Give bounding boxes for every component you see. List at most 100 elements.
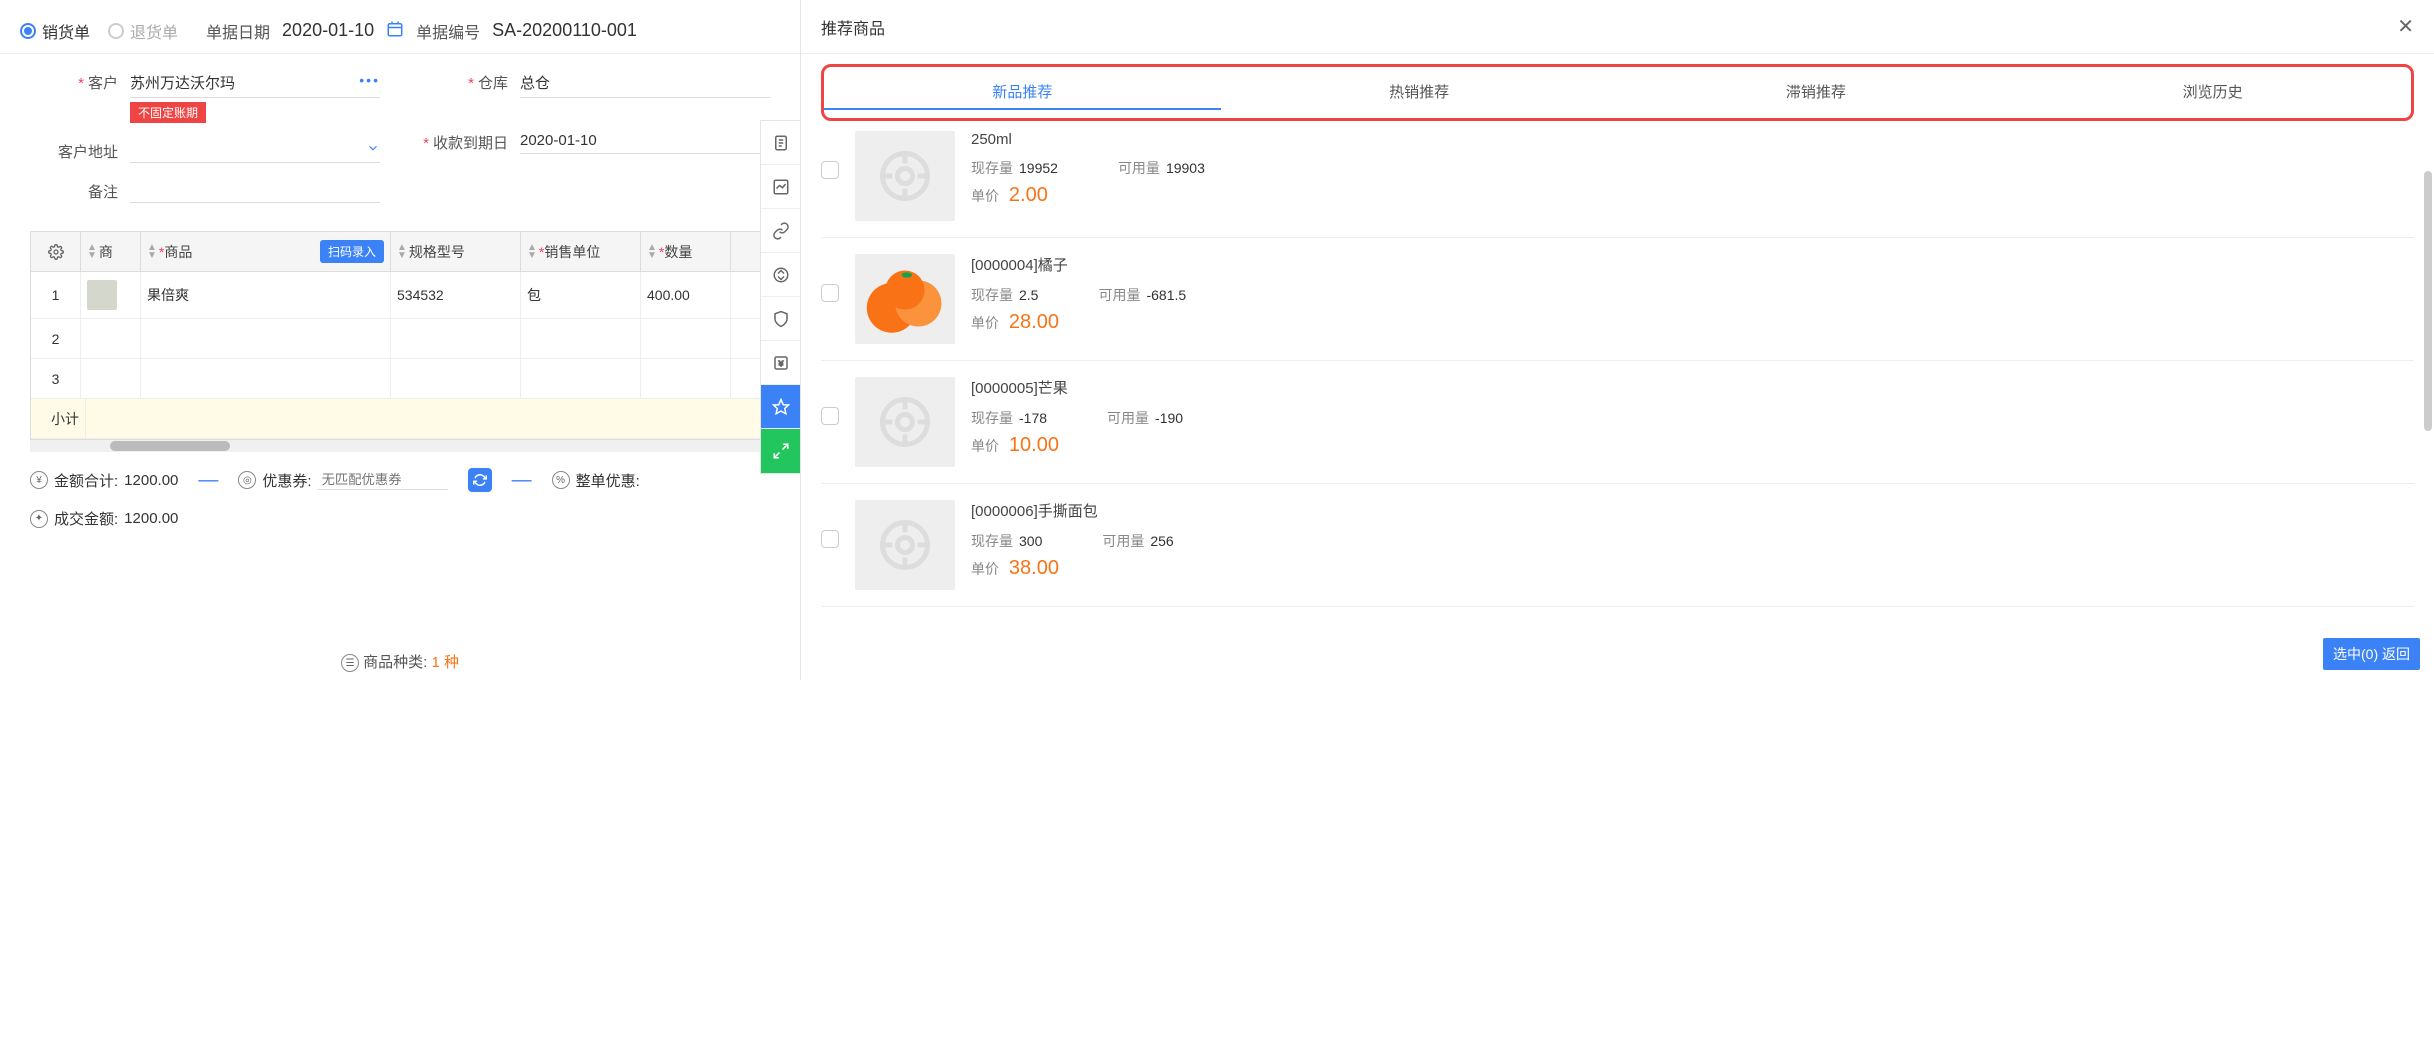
recommend-list[interactable]: 250ml现存量19952可用量19903单价 2.00[0000004]橘子现… — [801, 131, 2434, 680]
svg-text:¥: ¥ — [779, 359, 784, 368]
item-image — [855, 500, 955, 590]
coupon-icon: ◎ — [238, 471, 256, 489]
price-label: 单价 — [971, 561, 999, 577]
yen-icon: ¥ — [30, 471, 48, 489]
row-qty[interactable] — [641, 319, 731, 358]
doc-icon[interactable] — [761, 121, 801, 165]
tab-sales-label: 销货单 — [42, 19, 90, 43]
avail-value: 256 — [1150, 533, 1173, 549]
table-row[interactable]: 3 — [31, 359, 769, 399]
col-spec[interactable]: ▲▼规格型号 — [391, 232, 521, 271]
row-index: 1 — [31, 272, 81, 318]
list-item[interactable]: [0000004]橘子现存量2.5可用量-681.5单价 28.00 — [821, 238, 2414, 361]
address-field[interactable] — [130, 137, 380, 163]
item-checkbox[interactable] — [821, 530, 839, 548]
discount-icon: % — [552, 471, 570, 489]
star-icon[interactable] — [761, 385, 801, 429]
expand-icon[interactable] — [761, 429, 801, 473]
row-spec[interactable] — [391, 319, 521, 358]
customer-field[interactable]: 苏州万达沃尔玛 — [130, 68, 380, 98]
currency-icon[interactable]: ¥ — [761, 341, 801, 385]
warehouse-field[interactable]: 总仓 — [520, 68, 770, 98]
horizontal-scrollbar[interactable] — [30, 440, 770, 452]
item-title: [0000004]橘子 — [971, 254, 2414, 275]
col-unit[interactable]: ▲▼*销售单位 — [521, 232, 641, 271]
doc-date-value[interactable]: 2020-01-10 — [282, 20, 374, 41]
refresh-icon[interactable] — [468, 468, 492, 492]
recommend-tabs: 新品推荐热销推荐滞销推荐浏览历史 — [821, 64, 2414, 121]
stock-label: 现存量 — [971, 410, 1013, 426]
row-unit[interactable] — [521, 359, 641, 398]
coupon-input[interactable] — [318, 470, 448, 490]
address-label: 客户地址 — [58, 144, 118, 161]
price-value: 38.00 — [1009, 557, 1059, 579]
line-items-table: ▲▼商 ▲▼*商品扫码录入 ▲▼规格型号 ▲▼*销售单位 ▲▼*数量 1 果倍爽5… — [30, 231, 770, 440]
price-value: 2.00 — [1009, 184, 1048, 206]
recommend-tab[interactable]: 热销推荐 — [1221, 75, 1618, 110]
due-date-label: 收款到期日 — [433, 135, 508, 152]
tab-return-order[interactable]: 退货单 — [108, 19, 178, 43]
dash-icon: — — [512, 469, 532, 492]
row-qty[interactable] — [641, 359, 731, 398]
list-item[interactable]: 250ml现存量19952可用量19903单价 2.00 — [821, 131, 2414, 238]
deal-amount-label: 成交金额: — [54, 508, 118, 529]
row-unit[interactable]: 包 — [521, 272, 641, 318]
col-qty[interactable]: ▲▼*数量 — [641, 232, 731, 271]
due-date-field[interactable]: 2020-01-10 — [520, 128, 770, 154]
item-checkbox[interactable] — [821, 407, 839, 425]
col-product[interactable]: ▲▼*商品扫码录入 — [141, 232, 391, 271]
tab-sales-order[interactable]: 销货单 — [20, 19, 90, 43]
item-checkbox[interactable] — [821, 284, 839, 302]
price-label: 单价 — [971, 188, 999, 204]
row-product[interactable] — [141, 319, 391, 358]
vertical-scrollbar[interactable] — [2424, 171, 2432, 431]
remark-field[interactable] — [130, 177, 380, 203]
close-icon[interactable]: ✕ — [2397, 14, 2414, 39]
item-title: [0000006]手撕面包 — [971, 500, 2414, 521]
gear-icon[interactable] — [31, 232, 81, 271]
row-spec[interactable]: 534532 — [391, 272, 521, 318]
stock-value: 300 — [1019, 533, 1042, 549]
avail-label: 可用量 — [1102, 533, 1144, 549]
calendar-icon[interactable] — [386, 20, 404, 41]
chart-icon[interactable] — [761, 165, 801, 209]
avail-label: 可用量 — [1118, 160, 1160, 176]
row-product[interactable] — [141, 359, 391, 398]
row-qty[interactable]: 400.00 — [641, 272, 731, 318]
recommend-tab[interactable]: 滞销推荐 — [1618, 75, 2015, 110]
customer-tag: 不固定账期 — [130, 102, 206, 123]
stock-value: 19952 — [1019, 160, 1058, 176]
table-row[interactable]: 1 果倍爽534532包400.00 — [31, 272, 769, 319]
swap-icon[interactable] — [761, 253, 801, 297]
shield-icon[interactable] — [761, 297, 801, 341]
chevron-down-icon[interactable] — [366, 141, 380, 158]
item-title: [0000005]芒果 — [971, 377, 2414, 398]
stock-label: 现存量 — [971, 160, 1013, 176]
select-return-button[interactable]: 选中(0) 返回 — [2323, 638, 2420, 670]
item-checkbox[interactable] — [821, 161, 839, 179]
scan-button[interactable]: 扫码录入 — [320, 240, 384, 263]
row-product[interactable]: 果倍爽 — [141, 272, 391, 318]
table-row[interactable]: 2 — [31, 319, 769, 359]
recommend-tab[interactable]: 浏览历史 — [2014, 75, 2411, 110]
price-label: 单价 — [971, 438, 999, 454]
col-thumb[interactable]: ▲▼商 — [81, 232, 141, 271]
link-icon[interactable] — [761, 209, 801, 253]
amount-label: 金额合计: — [54, 470, 118, 491]
stock-label: 现存量 — [971, 533, 1013, 549]
row-index: 2 — [31, 319, 81, 358]
doc-code-label: 单据编号 — [416, 19, 480, 43]
doc-code-value: SA-20200110-001 — [492, 20, 637, 41]
row-index: 3 — [31, 359, 81, 398]
list-item[interactable]: [0000006]手撕面包现存量 300 可用量 256 单价 38.00 — [821, 484, 2414, 607]
row-unit[interactable] — [521, 319, 641, 358]
row-spec[interactable] — [391, 359, 521, 398]
recommend-tab[interactable]: 新品推荐 — [824, 75, 1221, 110]
more-icon[interactable]: ••• — [359, 72, 380, 88]
amount-value: 1200.00 — [124, 472, 178, 489]
item-title: 250ml — [971, 131, 2414, 148]
list-item[interactable]: [0000005]芒果现存量-178可用量-190单价 10.00 — [821, 361, 2414, 484]
item-image — [855, 131, 955, 221]
price-label: 单价 — [971, 315, 999, 331]
row-thumb — [81, 319, 141, 358]
